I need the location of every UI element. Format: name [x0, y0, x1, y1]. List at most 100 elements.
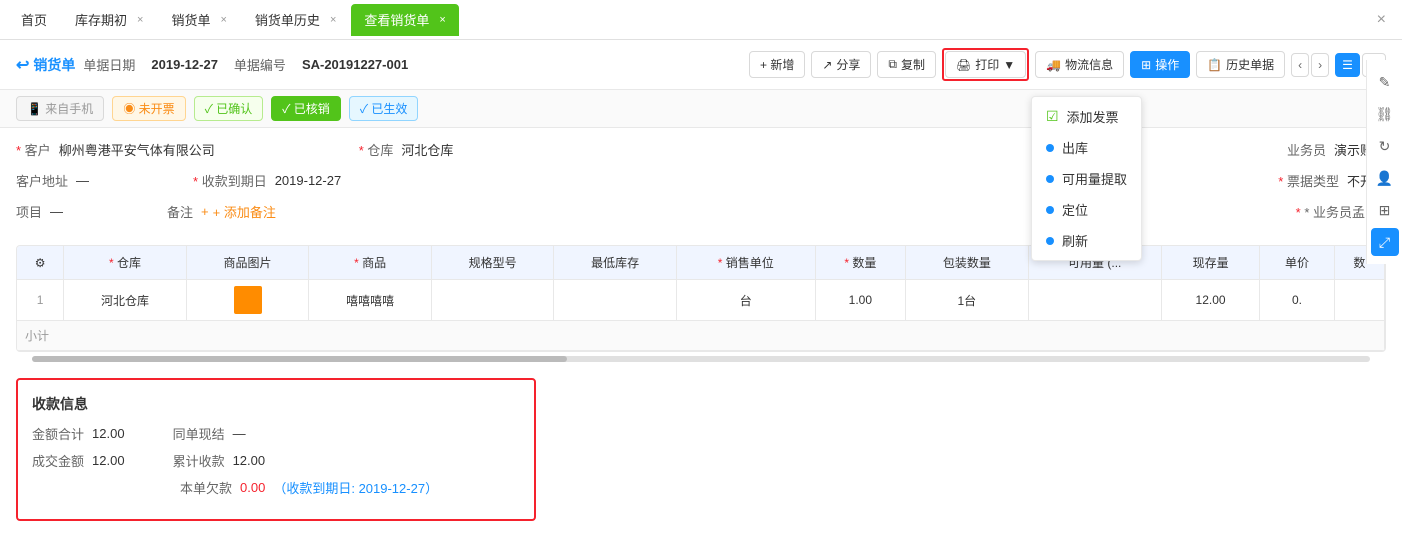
tab-sales-history-close[interactable]: × [330, 14, 336, 26]
due-date-label: 收款到期日 [193, 171, 267, 190]
dropdown-outbound[interactable]: 出库 [1032, 132, 1141, 163]
tab-inventory-close[interactable]: × [137, 14, 143, 26]
customer-value: 柳州粤港平安气体有限公司 [59, 140, 215, 159]
print-icon: 🖨 [956, 58, 971, 72]
num-label: 单据编号 [234, 55, 286, 74]
tab-view-sales[interactable]: 查看销货单 × [351, 4, 458, 36]
print-dropdown-icon: ▼ [1003, 58, 1015, 72]
from-phone-button[interactable]: 📱 来自手机 [16, 96, 104, 121]
check-icon: ✓ [205, 102, 213, 116]
list-view-button[interactable]: ☰ [1335, 53, 1360, 77]
tab-view-sales-label: 查看销货单 [364, 10, 429, 29]
plus-icon: + [201, 204, 209, 219]
subtotal-row: 小计 [17, 321, 1385, 351]
tab-sales-close[interactable]: × [220, 14, 226, 26]
share-button[interactable]: ↗ 分享 [811, 51, 871, 78]
tab-inventory[interactable]: 库存期初 × [62, 4, 156, 36]
col-spec: 规格型号 [431, 246, 554, 280]
toolbar-actions: + 新增 ↗ 分享 ⧉ 复制 🖨 打印 ▼ [749, 48, 1386, 81]
row-img [186, 280, 309, 321]
row-qty: 1.00 [815, 280, 905, 321]
copy-button[interactable]: ⧉ 复制 [877, 51, 936, 78]
address-field: 客户地址 — [16, 171, 89, 190]
history-icon: 📋 [1207, 58, 1222, 72]
address-value: — [76, 173, 89, 188]
locate-label: 定位 [1062, 200, 1088, 219]
due-text: （收款到期日: 2019-12-27） [273, 478, 438, 497]
due-date-field: 收款到期日 2019-12-27 [193, 171, 341, 190]
doc-info: 单据日期 2019-12-27 单据编号 SA-20191227-001 [83, 55, 741, 74]
tab-sales-history[interactable]: 销货单历史 × [242, 4, 349, 36]
main-content: ↩ 销货单 单据日期 2019-12-27 单据编号 SA-20191227-0… [0, 40, 1402, 533]
dropdown-refresh[interactable]: 刷新 [1032, 225, 1141, 256]
not-open-button[interactable]: ◉ 未开票 [112, 96, 185, 121]
sidebar-expand-icon[interactable]: ⤢ [1371, 228, 1399, 256]
history-button[interactable]: 📋 历史单据 [1196, 51, 1285, 78]
dropdown-available-qty[interactable]: 可用量提取 [1032, 163, 1141, 194]
row-spec [431, 280, 554, 321]
customer-label: 客户 [16, 140, 51, 159]
refresh-label: 刷新 [1062, 231, 1088, 250]
col-price: 单价 [1260, 246, 1334, 280]
scroll-bar[interactable] [16, 356, 1386, 362]
new-button[interactable]: + 新增 [749, 51, 805, 78]
outbound-dot [1046, 144, 1054, 152]
payment-row-2: 成交金额 12.00 累计收款 12.00 [32, 451, 520, 470]
effective-icon: ✓ [360, 102, 368, 116]
effective-button[interactable]: ✓ 已生效 [349, 96, 419, 121]
payment-area: 收款信息 金额合计 12.00 同单现结 — 成交金额 12.00 累计收款 [16, 378, 536, 521]
tab-view-sales-close[interactable]: × [439, 14, 445, 26]
form-row-3: 项目 — 备注 + + 添加备注 * 业务员孟 — [16, 202, 1386, 221]
row-available [1028, 280, 1161, 321]
ticket-label: 票据类型 [1278, 171, 1339, 190]
sidebar-rotate-icon[interactable]: ↻ [1371, 132, 1399, 160]
deal-label: 成交金额 [32, 451, 84, 470]
sidebar-link-icon[interactable]: ⛓ [1371, 100, 1399, 128]
cumulative-item: 累计收款 12.00 [173, 451, 266, 470]
table-header-row: ⚙ 仓库 商品图片 商品 规格型号 最低库存 销售单位 数量 包装数量 可用量 … [17, 246, 1385, 280]
confirmed-button[interactable]: ✓ 已确认 [194, 96, 264, 121]
page-wrapper: 首页 库存期初 × 销货单 × 销货单历史 × 查看销货单 × × ↩ 销货单 [0, 0, 1402, 533]
form-area: 客户 柳州粤港平安气体有限公司 仓库 河北仓库 业务员 演示账号 客户地址 — [0, 128, 1402, 245]
payment-row-1: 金额合计 12.00 同单现结 — [32, 424, 520, 443]
tab-home[interactable]: 首页 [8, 4, 60, 36]
print-button[interactable]: 🖨 打印 ▼ [945, 51, 1026, 78]
logistics-button[interactable]: 🚚 物流信息 [1035, 51, 1124, 78]
operation-button[interactable]: ⊞ 操作 [1130, 51, 1190, 78]
dropdown-locate[interactable]: 定位 [1032, 194, 1141, 225]
payment-row-3: 本单欠款 0.00 （收款到期日: 2019-12-27） [32, 478, 520, 497]
cumulative-value: 12.00 [233, 453, 266, 468]
prev-button[interactable]: ‹ [1291, 53, 1309, 77]
canceled-button[interactable]: ✓ 已核销 [271, 96, 341, 121]
row-unit: 台 [676, 280, 815, 321]
owe-label: 本单欠款 [180, 478, 232, 497]
col-settings[interactable]: ⚙ [17, 246, 64, 280]
sidebar-edit-icon[interactable]: ✎ [1371, 68, 1399, 96]
total-label: 金额合计 [32, 424, 84, 443]
customer-field: 客户 柳州粤港平安气体有限公司 [16, 140, 215, 159]
tab-sales[interactable]: 销货单 × [158, 4, 239, 36]
dropdown-add-invoice[interactable]: ☑ 添加发票 [1032, 101, 1141, 132]
row-warehouse: 河北仓库 [64, 280, 187, 321]
sidebar-user-icon[interactable]: 👤 [1371, 164, 1399, 192]
row-num: 1 [17, 280, 64, 321]
warehouse-value: 河北仓库 [401, 140, 453, 159]
window-close-button[interactable]: × [1369, 11, 1394, 29]
toolbar-row2: 📱 来自手机 ◉ 未开票 ✓ 已确认 ✓ 已核销 ✓ 已生效 [0, 90, 1402, 128]
same-order-value: — [233, 426, 246, 441]
salesperson-label: * 业务员孟 [1296, 202, 1365, 221]
form-row-2: 客户地址 — 收款到期日 2019-12-27 票据类型 不开票 [16, 171, 1386, 190]
owe-value: 0.00 [240, 480, 265, 495]
next-button[interactable]: › [1311, 53, 1329, 77]
date-value: 2019-12-27 [151, 57, 218, 72]
total-amount-item: 金额合计 12.00 [32, 424, 125, 443]
print-button-wrapper: 🖨 打印 ▼ [942, 48, 1029, 81]
sidebar-grid-icon[interactable]: ⊞ [1371, 196, 1399, 224]
doc-type-label: 销货单 [33, 55, 75, 75]
operation-dropdown: ☑ 添加发票 出库 可用量提取 定位 刷新 [1031, 96, 1142, 261]
col-product: 商品 [309, 246, 432, 280]
add-note-button[interactable]: + + 添加备注 [201, 202, 276, 221]
product-image [234, 286, 262, 314]
form-row-1: 客户 柳州粤港平安气体有限公司 仓库 河北仓库 业务员 演示账号 [16, 140, 1386, 159]
table-row: 1 河北仓库 嘻嘻嘻嘻 台 1.00 1台 12.00 0. [17, 280, 1385, 321]
